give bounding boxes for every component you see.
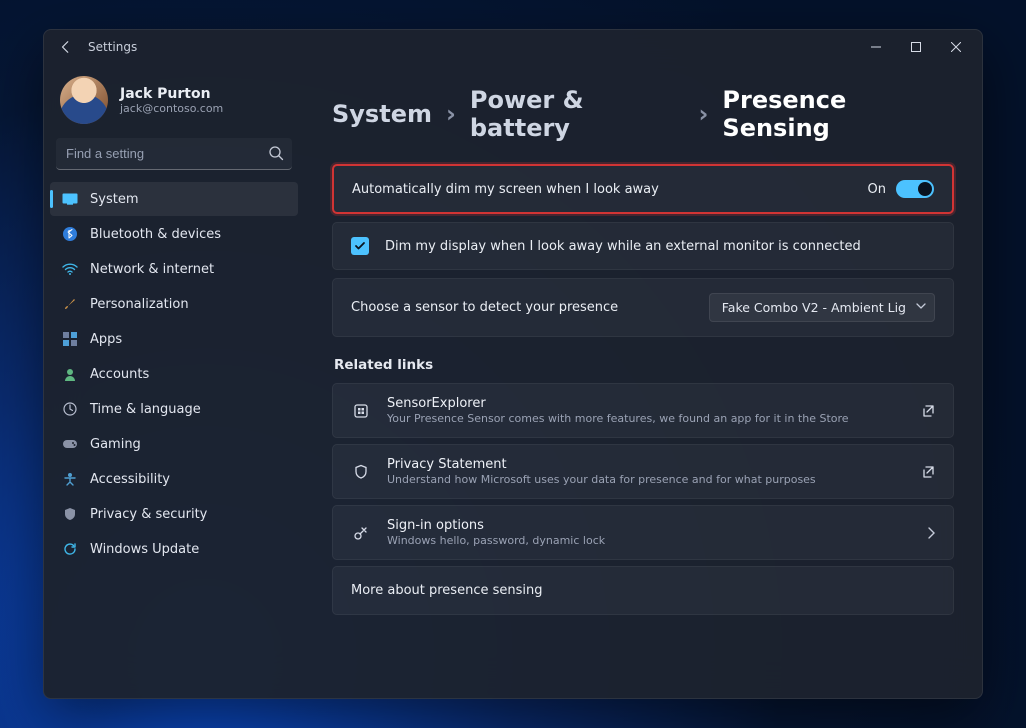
setting-dim-external: Dim my display when I look away while an…: [332, 222, 954, 270]
sidebar-item-time-language[interactable]: Time & language: [50, 392, 298, 426]
chevron-right-icon: ›: [699, 100, 709, 128]
sidebar-item-label: Network & internet: [90, 262, 214, 277]
sidebar-item-label: Time & language: [90, 402, 201, 417]
sidebar-item-accounts[interactable]: Accounts: [50, 357, 298, 391]
chevron-right-icon: ›: [446, 100, 456, 128]
setting-auto-dim: Automatically dim my screen when I look …: [332, 164, 954, 214]
search-icon: [268, 145, 284, 161]
chevron-down-icon: [916, 303, 926, 309]
settings-window: Settings Jack Purton jack@contoso.com: [43, 29, 983, 699]
accessibility-icon: [62, 471, 78, 487]
breadcrumb-system[interactable]: System: [332, 100, 432, 128]
more-about-presence[interactable]: More about presence sensing: [332, 566, 954, 615]
open-external-icon: [921, 465, 935, 479]
sidebar-item-privacy[interactable]: Privacy & security: [50, 497, 298, 531]
dim-external-checkbox[interactable]: [351, 237, 369, 255]
breadcrumb-current: Presence Sensing: [722, 86, 954, 142]
link-title: Privacy Statement: [387, 457, 905, 472]
search-input[interactable]: [56, 138, 292, 170]
shield-outline-icon: [351, 462, 371, 482]
breadcrumb: System › Power & battery › Presence Sens…: [332, 86, 954, 142]
nav: System Bluetooth & devices Network & int…: [50, 182, 298, 566]
system-icon: [62, 191, 78, 207]
sidebar-item-apps[interactable]: Apps: [50, 322, 298, 356]
sidebar-item-gaming[interactable]: Gaming: [50, 427, 298, 461]
store-app-icon: [351, 401, 371, 421]
toggle-state-label: On: [868, 182, 886, 197]
sidebar-item-label: Gaming: [90, 437, 141, 452]
apps-icon: [62, 331, 78, 347]
main-content: System › Power & battery › Presence Sens…: [304, 64, 982, 698]
setting-label: Choose a sensor to detect your presence: [351, 300, 618, 315]
link-subtitle: Windows hello, password, dynamic lock: [387, 534, 911, 547]
sidebar-item-label: Accounts: [90, 367, 149, 382]
app-title: Settings: [88, 40, 137, 54]
profile[interactable]: Jack Purton jack@contoso.com: [50, 70, 298, 138]
related-privacy-statement[interactable]: Privacy Statement Understand how Microso…: [332, 444, 954, 499]
sidebar-item-bluetooth[interactable]: Bluetooth & devices: [50, 217, 298, 251]
chevron-right-icon: [927, 527, 935, 539]
sidebar-item-windows-update[interactable]: Windows Update: [50, 532, 298, 566]
gamepad-icon: [62, 436, 78, 452]
dropdown-value: Fake Combo V2 - Ambient Lig: [722, 300, 906, 315]
sidebar-item-label: System: [90, 192, 138, 207]
sidebar-item-label: Privacy & security: [90, 507, 207, 522]
more-label: More about presence sensing: [351, 583, 542, 598]
setting-sensor: Choose a sensor to detect your presence …: [332, 278, 954, 337]
sidebar-item-label: Personalization: [90, 297, 189, 312]
clock-globe-icon: [62, 401, 78, 417]
profile-name: Jack Purton: [120, 86, 223, 102]
related-signin-options[interactable]: Sign-in options Windows hello, password,…: [332, 505, 954, 560]
back-button[interactable]: [56, 37, 76, 57]
key-icon: [351, 523, 371, 543]
person-icon: [62, 366, 78, 382]
sidebar: Jack Purton jack@contoso.com System Blue…: [44, 64, 304, 698]
setting-label: Dim my display when I look away while an…: [385, 239, 861, 254]
link-subtitle: Understand how Microsoft uses your data …: [387, 473, 905, 486]
link-title: Sign-in options: [387, 518, 911, 533]
related-links-heading: Related links: [334, 357, 954, 373]
close-button[interactable]: [936, 32, 976, 62]
link-title: SensorExplorer: [387, 396, 905, 411]
wifi-icon: [62, 261, 78, 277]
profile-email: jack@contoso.com: [120, 102, 223, 115]
sidebar-item-personalization[interactable]: Personalization: [50, 287, 298, 321]
bluetooth-icon: [62, 226, 78, 242]
sidebar-item-label: Windows Update: [90, 542, 199, 557]
search-box: [56, 138, 292, 170]
sidebar-item-label: Apps: [90, 332, 122, 347]
open-external-icon: [921, 404, 935, 418]
sidebar-item-system[interactable]: System: [50, 182, 298, 216]
maximize-button[interactable]: [896, 32, 936, 62]
avatar: [60, 76, 108, 124]
sidebar-item-label: Accessibility: [90, 472, 170, 487]
minimize-button[interactable]: [856, 32, 896, 62]
setting-label: Automatically dim my screen when I look …: [352, 182, 659, 197]
link-subtitle: Your Presence Sensor comes with more fea…: [387, 412, 905, 425]
breadcrumb-power-battery[interactable]: Power & battery: [470, 86, 685, 142]
brush-icon: [62, 296, 78, 312]
update-icon: [62, 541, 78, 557]
sidebar-item-label: Bluetooth & devices: [90, 227, 221, 242]
auto-dim-toggle[interactable]: [896, 180, 934, 198]
shield-icon: [62, 506, 78, 522]
sensor-dropdown[interactable]: Fake Combo V2 - Ambient Lig: [709, 293, 935, 322]
sidebar-item-accessibility[interactable]: Accessibility: [50, 462, 298, 496]
sidebar-item-network[interactable]: Network & internet: [50, 252, 298, 286]
titlebar: Settings: [44, 30, 982, 64]
related-sensorexplorer[interactable]: SensorExplorer Your Presence Sensor come…: [332, 383, 954, 438]
